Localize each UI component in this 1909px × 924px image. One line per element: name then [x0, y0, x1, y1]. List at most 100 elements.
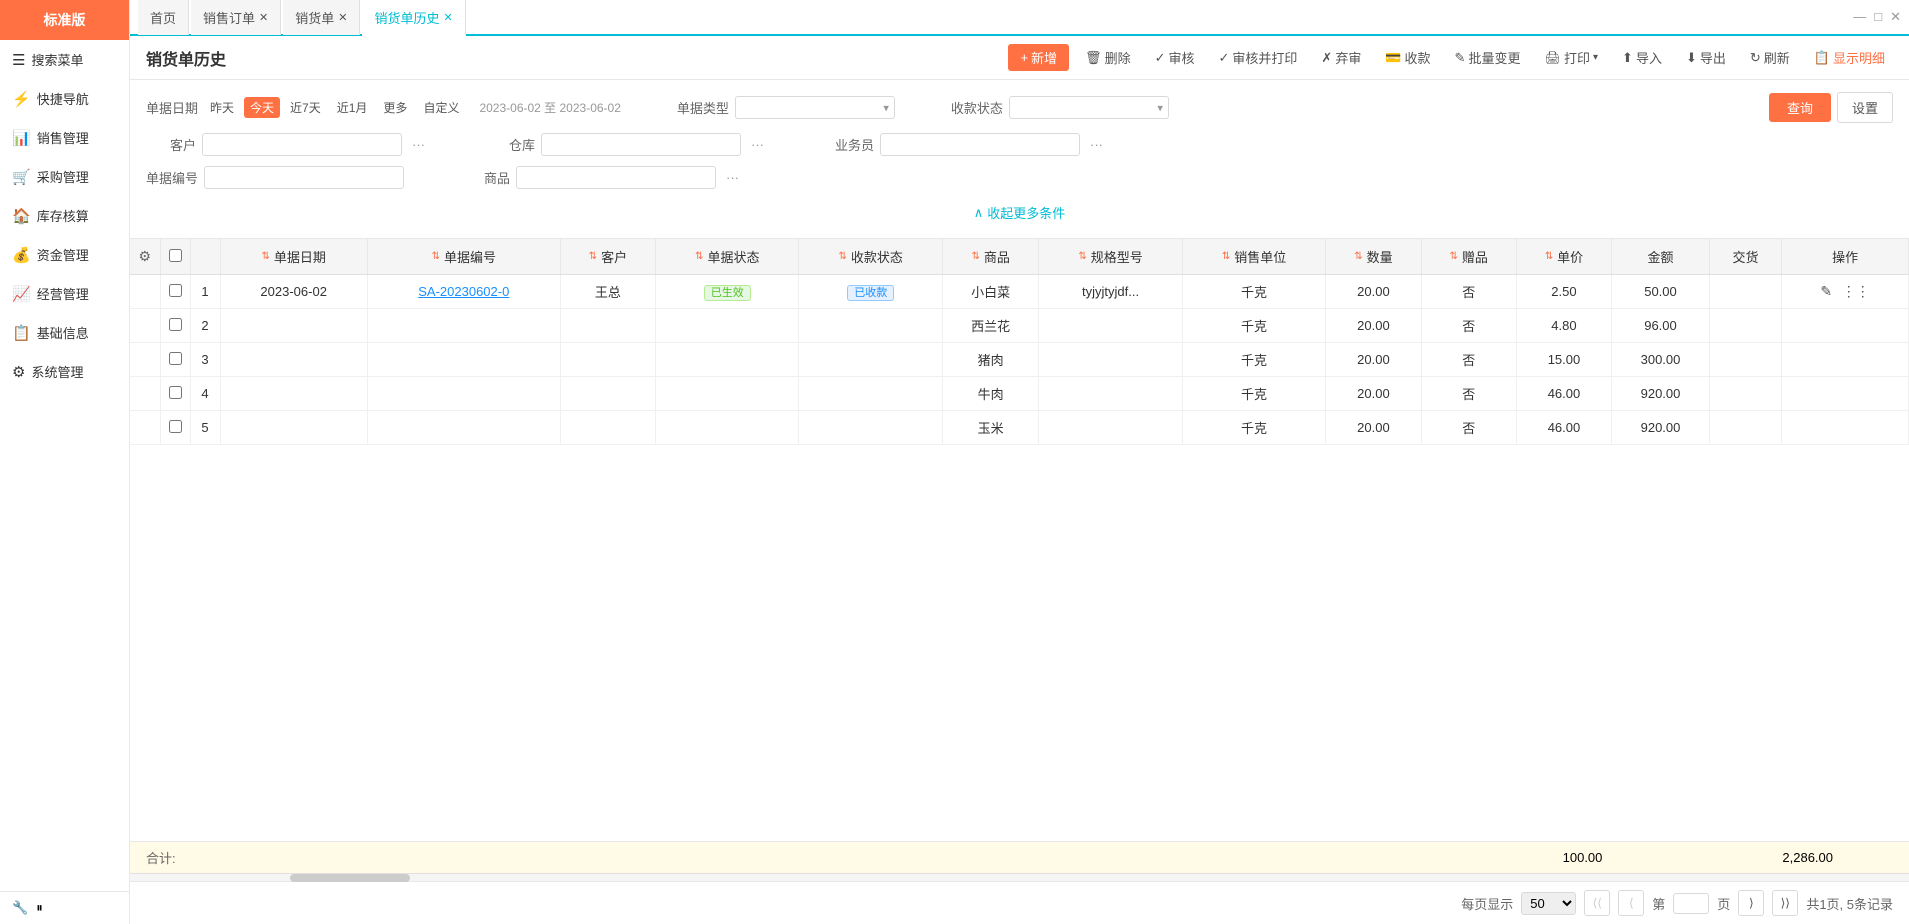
batch-change-button[interactable]: ✎ 批量变更: [1447, 44, 1529, 71]
per-page-select[interactable]: 50 100 200: [1521, 892, 1576, 915]
sidebar-item-sales-mgmt[interactable]: 📊 销售管理: [0, 118, 129, 157]
col-docno[interactable]: ⇅ 单据编号: [367, 239, 560, 275]
collapse-button[interactable]: ∧ 收起更多条件: [146, 199, 1893, 226]
col-doc-status[interactable]: ⇅ 单据状态: [656, 239, 799, 275]
goods-ellipsis[interactable]: ···: [722, 170, 743, 185]
customer-ellipsis[interactable]: ···: [408, 137, 429, 152]
last-page-btn[interactable]: ⟩⟩: [1772, 890, 1798, 916]
sidebar-bottom-icon2[interactable]: ⏸: [36, 900, 43, 916]
refresh-button[interactable]: ↻ 刷新: [1742, 44, 1798, 71]
new-button[interactable]: + 新增: [1008, 44, 1069, 71]
date-shortcut-more[interactable]: 更多: [377, 97, 413, 118]
maximize-btn[interactable]: □: [1874, 9, 1882, 25]
col-unit[interactable]: ⇅ 销售单位: [1182, 239, 1325, 275]
doc-type-select[interactable]: [735, 96, 895, 119]
docno-input[interactable]: [204, 166, 404, 189]
warehouse-ellipsis[interactable]: ···: [747, 137, 768, 152]
row-action[interactable]: [1782, 377, 1909, 411]
export-button[interactable]: ⬇ 导出: [1678, 44, 1734, 71]
tab-sales-history[interactable]: 销货单历史 ✕: [362, 0, 465, 36]
row-checkbox[interactable]: [169, 284, 182, 297]
tab-sales-order[interactable]: 销售订单 ✕: [191, 0, 281, 35]
col-customer[interactable]: ⇅ 客户: [560, 239, 655, 275]
first-page-btn[interactable]: ⟨⟨: [1584, 890, 1610, 916]
row-checkbox-cell[interactable]: [160, 275, 190, 309]
tab-home[interactable]: 首页: [138, 0, 189, 35]
date-shortcut-custom[interactable]: 自定义: [417, 97, 465, 118]
sidebar-item-operations[interactable]: 📈 经营管理: [0, 274, 129, 313]
row-checkbox-cell[interactable]: [160, 411, 190, 445]
row-checkbox[interactable]: [169, 318, 182, 331]
sidebar-item-purchase-mgmt[interactable]: 🛒 采购管理: [0, 157, 129, 196]
pay-status-select[interactable]: [1009, 96, 1169, 119]
row-checkbox[interactable]: [169, 386, 182, 399]
page-number-input[interactable]: 1: [1673, 893, 1709, 914]
col-date[interactable]: ⇅ 单据日期: [220, 239, 367, 275]
settings-button[interactable]: 设置: [1837, 92, 1893, 123]
row-checkbox[interactable]: [169, 420, 182, 433]
row-docno[interactable]: [367, 309, 560, 343]
import-button[interactable]: ⬆ 导入: [1614, 44, 1670, 71]
col-checkbox[interactable]: [160, 239, 190, 275]
row-docno[interactable]: [367, 377, 560, 411]
row-action[interactable]: [1782, 343, 1909, 377]
horizontal-scrollbar[interactable]: [130, 873, 1909, 881]
date-shortcut-7days[interactable]: 近7天: [284, 97, 327, 118]
tab-sales-delivery-close[interactable]: ✕: [338, 11, 347, 24]
row-checkbox-cell[interactable]: [160, 377, 190, 411]
row-checkbox-cell[interactable]: [160, 343, 190, 377]
sidebar-item-finance[interactable]: 💰 资金管理: [0, 235, 129, 274]
date-shortcut-today[interactable]: 今天: [244, 97, 280, 118]
select-all-checkbox[interactable]: [169, 249, 182, 262]
row-docno[interactable]: [367, 343, 560, 377]
edit-action-btn[interactable]: ✎: [1817, 283, 1835, 299]
sidebar-item-inventory[interactable]: 🏠 库存核算: [0, 196, 129, 235]
sidebar-item-quick-nav[interactable]: ⚡ 快捷导航: [0, 79, 129, 118]
scrollbar-thumb[interactable]: [290, 874, 410, 882]
col-price[interactable]: ⇅ 单价: [1516, 239, 1611, 275]
doc-link[interactable]: SA-20230602-0: [418, 284, 509, 299]
row-action[interactable]: ✎ ⋮⋮: [1782, 275, 1909, 309]
tab-sales-history-close[interactable]: ✕: [444, 11, 453, 24]
more-action-btn[interactable]: ⋮⋮: [1839, 283, 1873, 299]
prev-page-btn[interactable]: ⟨: [1618, 890, 1644, 916]
audit-button[interactable]: ✓ 审核: [1147, 44, 1203, 71]
col-goods[interactable]: ⇅ 商品: [942, 239, 1038, 275]
salesperson-input[interactable]: [880, 133, 1080, 156]
row-action[interactable]: [1782, 309, 1909, 343]
col-pay-status[interactable]: ⇅ 收款状态: [799, 239, 942, 275]
customer-input[interactable]: [202, 133, 402, 156]
sidebar-item-search-menu[interactable]: ☰ 搜索菜单: [0, 40, 129, 79]
row-checkbox-cell[interactable]: [160, 309, 190, 343]
audit-print-button[interactable]: ✓ 审核并打印: [1211, 44, 1306, 71]
col-qty[interactable]: ⇅ 数量: [1326, 239, 1421, 275]
abandon-button[interactable]: ✗ 弃审: [1313, 44, 1369, 71]
row-checkbox[interactable]: [169, 352, 182, 365]
delete-button[interactable]: 🗑 删除: [1077, 44, 1139, 71]
customer-sort-icon: ⇅: [589, 251, 597, 262]
query-button[interactable]: 查询: [1769, 93, 1831, 122]
show-detail-button[interactable]: 📋 显示明细: [1806, 44, 1893, 71]
minimize-btn[interactable]: —: [1853, 9, 1866, 25]
settings-gear-icon[interactable]: ⚙: [138, 248, 151, 264]
sidebar-item-system[interactable]: ⚙ 系统管理: [0, 352, 129, 391]
collect-button[interactable]: 💳 收款: [1377, 44, 1438, 71]
col-spec[interactable]: ⇅ 规格型号: [1039, 239, 1182, 275]
row-docno[interactable]: [367, 411, 560, 445]
tab-sales-order-close[interactable]: ✕: [259, 11, 268, 24]
warehouse-input[interactable]: [541, 133, 741, 156]
salesperson-ellipsis[interactable]: ···: [1086, 137, 1107, 152]
next-page-btn[interactable]: ⟩: [1738, 890, 1764, 916]
tab-sales-delivery[interactable]: 销货单 ✕: [283, 0, 360, 35]
date-shortcut-yesterday[interactable]: 昨天: [204, 97, 240, 118]
print-button[interactable]: 🖨 打印 ▾: [1536, 44, 1606, 71]
row-docno[interactable]: SA-20230602-0: [367, 275, 560, 309]
close-window-btn[interactable]: ✕: [1890, 9, 1901, 25]
sidebar-bottom-icon1[interactable]: 🔧: [12, 900, 28, 916]
sidebar-item-basic-info[interactable]: 📋 基础信息: [0, 313, 129, 352]
date-shortcut-1month[interactable]: 近1月: [331, 97, 374, 118]
col-settings[interactable]: ⚙: [130, 239, 160, 275]
goods-input[interactable]: [516, 166, 716, 189]
row-action[interactable]: [1782, 411, 1909, 445]
col-gift[interactable]: ⇅ 赠品: [1421, 239, 1516, 275]
